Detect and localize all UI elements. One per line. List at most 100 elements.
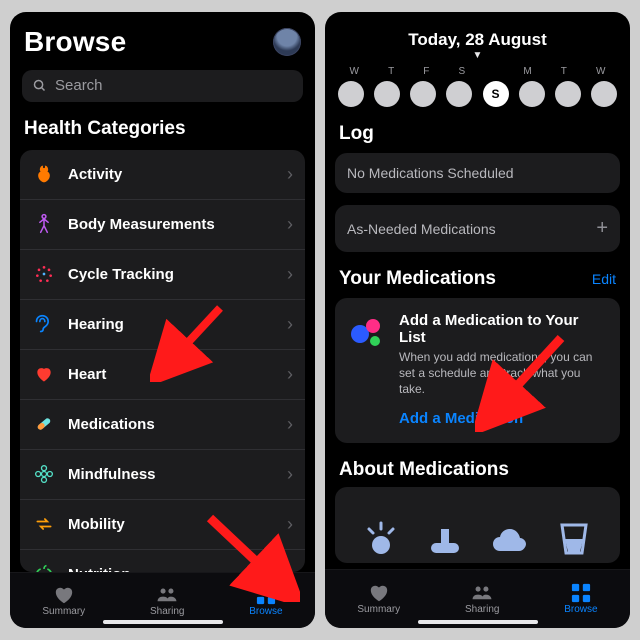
browse-header: Browse [10,12,315,66]
tab-bar: Summary Sharing Browse [10,572,315,628]
as-needed-label: As-Needed Medications [347,221,496,237]
chevron-right-icon: › [287,314,293,335]
mobility-icon [32,512,56,536]
add-a-medication-link[interactable]: Add a Medication [399,410,608,427]
your-medications-header: Your Medications Edit [325,258,630,292]
hearing-icon [32,312,56,336]
day-dot[interactable] [555,81,581,107]
chevron-right-icon: › [287,164,293,185]
search-placeholder: Search [55,77,103,94]
weekday: T [561,66,567,77]
weekday: T [388,66,394,77]
triangle-indicator-icon: ▼ [325,52,630,60]
tab-sharing[interactable]: Sharing [150,585,184,617]
no-medications-card: No Medications Scheduled [335,153,620,193]
nutrition-icon [32,562,56,572]
weekday: M [523,66,531,77]
body-icon [32,212,56,236]
day-dot[interactable] [374,81,400,107]
day-dot[interactable] [338,81,364,107]
tab-bar: Summary Sharing Browse [325,569,630,628]
chevron-right-icon: › [287,564,293,572]
about-medications-card[interactable] [335,487,620,563]
chevron-right-icon: › [287,514,293,535]
tab-label: Summary [357,604,400,615]
phone-medications: Today, 28 August ▼ W T F S M T W S Log N… [325,12,630,628]
heart-tab-icon [53,585,75,605]
day-dot[interactable] [519,81,545,107]
glass-icon [554,517,594,557]
home-indicator[interactable] [103,620,223,624]
category-row-body-measurements[interactable]: Body Measurements › [20,200,305,250]
add-medication-card: Add a Medication to Your List When you a… [335,298,620,443]
weekday: S [459,66,466,77]
cycle-icon [32,262,56,286]
sun-icon [361,517,401,557]
day-dot[interactable] [591,81,617,107]
tab-browse[interactable]: Browse [564,583,597,615]
day-dots-row[interactable]: S [325,79,630,117]
category-row-hearing[interactable]: Hearing › [20,300,305,350]
category-row-heart[interactable]: Heart › [20,350,305,400]
profile-avatar[interactable] [273,28,301,56]
category-row-activity[interactable]: Activity › [20,150,305,200]
pill-shape-icon [425,517,465,557]
category-label: Activity [68,166,275,183]
category-row-medications[interactable]: Medications › [20,400,305,450]
category-row-nutrition[interactable]: Nutrition › [20,550,305,572]
category-label: Body Measurements [68,216,275,233]
plus-icon: + [596,217,608,240]
heart-icon [32,362,56,386]
as-needed-medications-row[interactable]: As-Needed Medications + [335,205,620,252]
medication-illustration-icon [347,312,387,352]
tab-sharing[interactable]: Sharing [465,583,499,615]
chevron-right-icon: › [287,414,293,435]
add-medication-title: Add a Medication to Your List [399,312,608,346]
weekday: W [596,66,605,77]
category-row-cycle-tracking[interactable]: Cycle Tracking › [20,250,305,300]
category-row-mindfulness[interactable]: Mindfulness › [20,450,305,500]
health-categories-list: Activity › Body Measurements › Cycle Tra… [20,150,305,572]
tab-browse[interactable]: Browse [249,585,282,617]
home-indicator[interactable] [418,620,538,624]
day-dot[interactable] [446,81,472,107]
category-label: Mindfulness [68,466,275,483]
tab-label: Summary [42,606,85,617]
chevron-right-icon: › [287,264,293,285]
search-icon [32,78,47,93]
activity-icon [32,162,56,186]
tab-label: Sharing [465,604,499,615]
weekday-bar: W T F S M T W [325,64,630,79]
chevron-right-icon: › [287,214,293,235]
heart-tab-icon [368,583,390,603]
section-title-your-medications: Your Medications [339,268,496,290]
category-label: Cycle Tracking [68,266,275,283]
category-label: Medications [68,416,275,433]
chevron-right-icon: › [287,464,293,485]
section-title-health-categories: Health Categories [10,112,315,150]
tab-summary[interactable]: Summary [42,585,85,617]
no-medications-text: No Medications Scheduled [347,165,514,181]
people-tab-icon [156,585,178,605]
grid-tab-icon [255,585,277,605]
pill-icon [32,412,56,436]
category-label: Heart [68,366,275,383]
section-title-log: Log [325,117,630,147]
day-dot[interactable] [410,81,436,107]
weekday: W [350,66,359,77]
tab-summary[interactable]: Summary [357,583,400,615]
edit-button[interactable]: Edit [592,271,616,287]
page-title: Browse [24,26,126,58]
weekday: F [423,66,429,77]
category-label: Mobility [68,516,275,533]
category-row-mobility[interactable]: Mobility › [20,500,305,550]
search-field[interactable]: Search [22,70,303,102]
chevron-right-icon: › [287,364,293,385]
category-label: Hearing [68,316,275,333]
section-title-about-medications: About Medications [325,451,630,483]
date-header: Today, 28 August ▼ [325,12,630,64]
tab-label: Sharing [150,606,184,617]
today-date: Today, 28 August [325,30,630,50]
day-dot-selected[interactable]: S [483,81,509,107]
people-tab-icon [471,583,493,603]
